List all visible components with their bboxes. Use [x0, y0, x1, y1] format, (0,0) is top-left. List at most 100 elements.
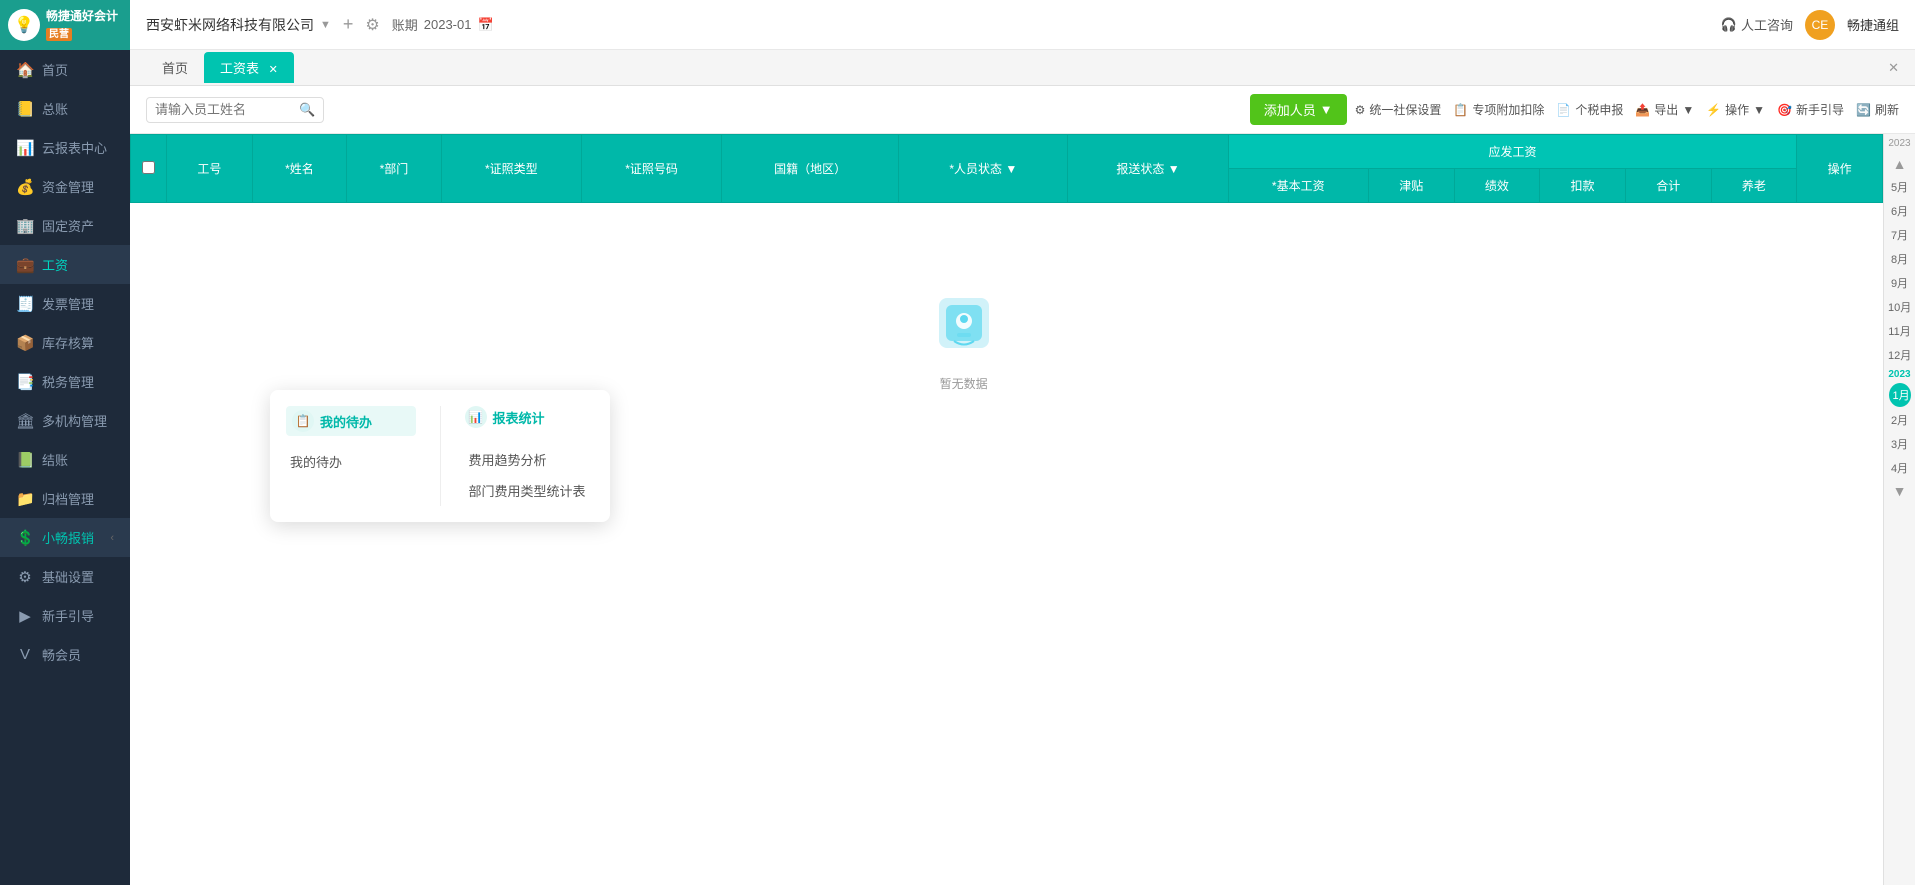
header: 西安虾米网络科技有限公司 ▼ + ⚙ 账期 2023-01 📅 🎧 人工咨询 C…	[130, 0, 1915, 50]
invoice-icon: 🧾	[16, 295, 34, 313]
company-selector[interactable]: 西安虾米网络科技有限公司 ▼	[146, 15, 331, 35]
search-box: 🔍	[146, 97, 324, 123]
popup-todo-item[interactable]: 我的待办	[286, 446, 416, 477]
logo-text: 畅捷通好会计 民营	[46, 9, 118, 40]
sidebar-item-basic-settings[interactable]: ⚙ 基础设置	[0, 557, 130, 596]
year-label: 2023	[1888, 134, 1910, 153]
th-base-salary: *基本工资	[1228, 169, 1368, 203]
fixed-assets-icon: 🏢	[16, 217, 34, 235]
month-8[interactable]: 8月	[1884, 247, 1915, 271]
home-icon: 🏠	[16, 61, 34, 79]
month-panel: 2023 ▲ 5月 6月 7月 8月 9月 10月 11月 12月 2023 1…	[1883, 134, 1915, 885]
month-12[interactable]: 12月	[1884, 343, 1915, 367]
popup-menu: 📋 我的待办 我的待办 📊 报表统计 费用趋势分析 部门费用类型统计表	[270, 390, 610, 522]
logo-icon: 💡	[8, 9, 40, 41]
active-year-label: 2023	[1888, 367, 1910, 382]
sidebar-item-payroll[interactable]: 💼 工资	[0, 245, 130, 284]
month-10[interactable]: 10月	[1884, 295, 1915, 319]
tax-icon: 📑	[16, 373, 34, 391]
popup-col-reports: 📊 报表统计 费用趋势分析 部门费用类型统计表	[465, 406, 595, 506]
sidebar-item-expense[interactable]: 💲 小畅报销 ‹	[0, 518, 130, 557]
company-name: 西安虾米网络科技有限公司	[146, 15, 314, 35]
ledger-icon: 📒	[16, 100, 34, 118]
customer-service-btn[interactable]: 🎧 人工咨询	[1721, 15, 1793, 34]
sidebar-item-home[interactable]: 🏠 首页	[0, 50, 130, 89]
sidebar-item-ledger[interactable]: 📒 总账	[0, 89, 130, 128]
sidebar-item-tax[interactable]: 📑 税务管理	[0, 362, 130, 401]
toolbar: 🔍 添加人员 ▼ ⚙ 统一社保设置 📋 专项附加扣除 📄 个税申报 📤 导出 ▼	[130, 86, 1915, 134]
sidebar-item-finance[interactable]: 💰 资金管理	[0, 167, 130, 206]
month-4[interactable]: 4月	[1884, 456, 1915, 480]
sidebar-item-archive[interactable]: 📁 归档管理	[0, 479, 130, 518]
guide-toolbar-icon: 🎯	[1777, 103, 1792, 117]
select-all-checkbox-th[interactable]	[131, 135, 167, 203]
social-insurance-btn[interactable]: ⚙ 统一社保设置	[1355, 101, 1442, 118]
sidebar-item-guide[interactable]: ▶ 新手引导	[0, 596, 130, 635]
th-status: *人员状态 ▼	[899, 135, 1068, 203]
sidebar-item-cloud-reports[interactable]: 📊 云报表中心	[0, 128, 130, 167]
th-pension: 养老	[1711, 169, 1797, 203]
tax-report-btn[interactable]: 📄 个税申报	[1556, 101, 1623, 118]
export-btn[interactable]: 📤 导出 ▼	[1635, 101, 1694, 118]
member-icon: V	[16, 646, 34, 663]
refresh-icon: 🔄	[1856, 103, 1871, 117]
social-insurance-icon: ⚙	[1355, 103, 1366, 117]
month-6[interactable]: 6月	[1884, 199, 1915, 223]
sidebar-item-inventory[interactable]: 📦 库存核算	[0, 323, 130, 362]
closing-icon: 📗	[16, 451, 34, 469]
month-scroll-up[interactable]: ▲	[1890, 153, 1910, 175]
tab-home[interactable]: 首页	[146, 52, 204, 83]
payroll-icon: 💼	[16, 256, 34, 274]
company-dropdown-arrow: ▼	[320, 19, 331, 31]
th-employee-id: 工号	[167, 135, 253, 203]
sidebar-item-fixed-assets[interactable]: 🏢 固定资产	[0, 206, 130, 245]
sidebar-item-invoice[interactable]: 🧾 发票管理	[0, 284, 130, 323]
cloud-reports-icon: 📊	[16, 139, 34, 157]
month-7[interactable]: 7月	[1884, 223, 1915, 247]
sidebar-item-closing[interactable]: 📗 结账	[0, 440, 130, 479]
guide-btn[interactable]: 🎯 新手引导	[1777, 101, 1844, 118]
sidebar: 💡 畅捷通好会计 民营 🏠 首页 📒 总账 📊 云报表中心 💰 资金管理 🏢 固…	[0, 0, 130, 885]
month-3[interactable]: 3月	[1884, 432, 1915, 456]
th-report-status: 报送状态 ▼	[1068, 135, 1228, 203]
add-company-btn[interactable]: +	[343, 14, 354, 35]
guide-icon: ▶	[16, 607, 34, 625]
close-all-tabs[interactable]: ✕	[1888, 60, 1899, 76]
search-input[interactable]	[155, 102, 295, 117]
month-2[interactable]: 2月	[1884, 408, 1915, 432]
operations-btn[interactable]: ⚡ 操作 ▼	[1706, 101, 1765, 118]
refresh-btn[interactable]: 🔄 刷新	[1856, 101, 1899, 118]
month-1-active[interactable]: 1月	[1889, 383, 1911, 407]
archive-icon: 📁	[16, 490, 34, 508]
month-9[interactable]: 9月	[1884, 271, 1915, 295]
inventory-icon: 📦	[16, 334, 34, 352]
month-scroll-down[interactable]: ▼	[1890, 480, 1910, 502]
month-11[interactable]: 11月	[1884, 319, 1915, 343]
calendar-icon[interactable]: 📅	[477, 17, 493, 33]
popup-reports-title[interactable]: 📊 报表统计	[465, 406, 595, 434]
toolbar-actions: ⚙ 统一社保设置 📋 专项附加扣除 📄 个税申报 📤 导出 ▼ ⚡ 操作 ▼	[1355, 101, 1899, 118]
popup-todo-title[interactable]: 📋 我的待办	[286, 406, 416, 436]
select-all-checkbox[interactable]	[142, 161, 155, 174]
th-salary-group: 应发工资	[1228, 135, 1797, 169]
add-person-button[interactable]: 添加人员 ▼	[1250, 94, 1347, 125]
settings-icon[interactable]: ⚙	[365, 15, 379, 35]
period-display: 账期 2023-01 📅	[392, 15, 494, 34]
special-deduction-icon: 📋	[1453, 103, 1468, 117]
popup-dept-item[interactable]: 部门费用类型统计表	[465, 475, 595, 506]
th-total: 合计	[1625, 169, 1711, 203]
header-actions: 🎧 人工咨询 CE 畅捷通组	[1721, 10, 1899, 40]
reports-icon: 📊	[465, 406, 487, 428]
headset-icon: 🎧	[1721, 17, 1737, 33]
popup-trend-item[interactable]: 费用趋势分析	[465, 444, 595, 475]
popup-section: 📋 我的待办 我的待办 📊 报表统计 费用趋势分析 部门费用类型统计表	[286, 406, 594, 506]
sidebar-item-multi-org[interactable]: 🏛 多机构管理	[0, 401, 130, 440]
tab-close-payroll[interactable]: ✕	[269, 64, 278, 76]
month-5[interactable]: 5月	[1884, 175, 1915, 199]
sidebar-item-member[interactable]: V 畅会员	[0, 635, 130, 674]
tab-payroll[interactable]: 工资表 ✕	[204, 52, 294, 83]
add-dropdown-arrow: ▼	[1320, 102, 1333, 117]
th-performance: 绩效	[1454, 169, 1540, 203]
special-deduction-btn[interactable]: 📋 专项附加扣除	[1453, 101, 1544, 118]
th-allowance: 津贴	[1368, 169, 1454, 203]
